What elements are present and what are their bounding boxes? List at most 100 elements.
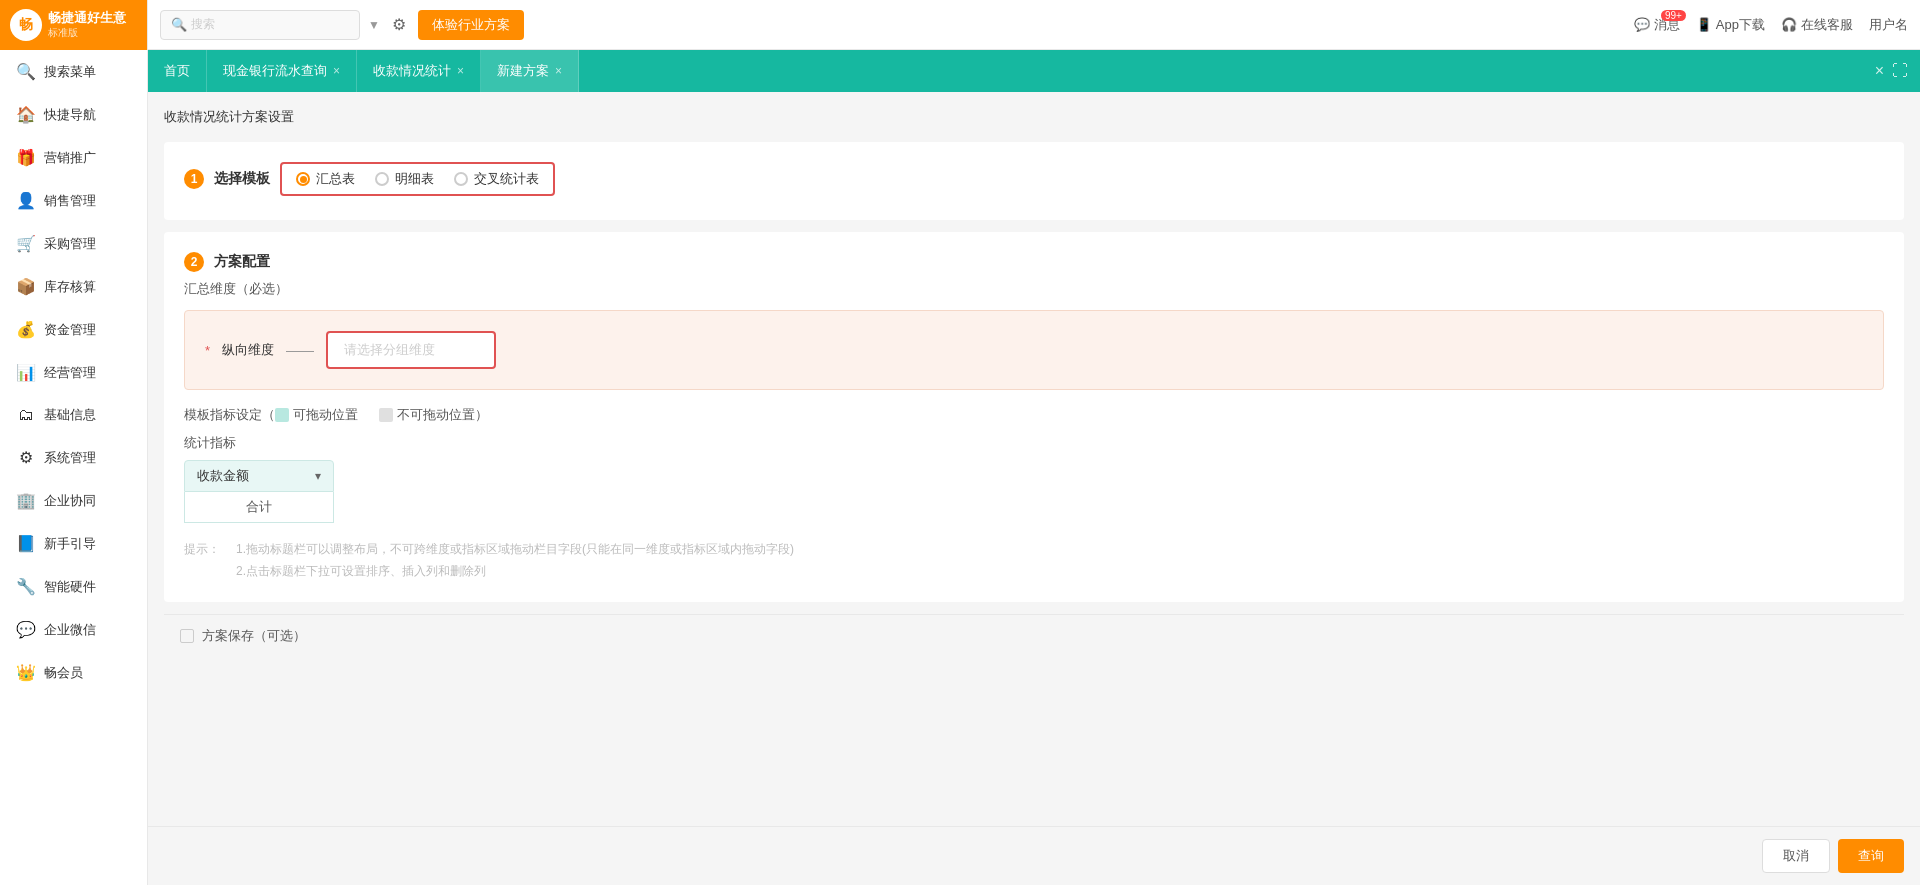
tab-new-plan-label: 新建方案 <box>497 62 549 80</box>
step1-num: 1 <box>184 169 204 189</box>
online-service-label: 在线客服 <box>1801 16 1853 34</box>
save-option-section: 方案保存（可选） <box>164 614 1904 657</box>
topbar-right: 💬 消息 99+ 📱 App下载 🎧 在线客服 用户名 <box>1634 16 1908 34</box>
required-star: * <box>205 343 210 358</box>
indicator-settings: 模板指标设定（ 可拖动位置 不可拖动位置） 统计指标 收款金额 <box>184 406 1884 523</box>
tab-cash-flow[interactable]: 现金银行流水查询 × <box>207 50 357 92</box>
tip-item-1: 2.点击标题栏下拉可设置排序、插入列和删除列 <box>184 561 1884 583</box>
sidebar-item-system[interactable]: ⚙ 系统管理 <box>0 436 147 479</box>
operations-icon: 📊 <box>16 363 36 382</box>
sidebar-item-member[interactable]: 👑 畅会员 <box>0 651 147 694</box>
tab-new-plan-close[interactable]: × <box>555 64 562 78</box>
sidebar-item-marketing[interactable]: 🎁 营销推广 <box>0 136 147 179</box>
vertical-dim-label: 纵向维度 <box>222 341 274 359</box>
message-item[interactable]: 💬 消息 99+ <box>1634 16 1680 34</box>
sidebar-item-label: 搜索菜单 <box>44 63 96 81</box>
service-icon: 🎧 <box>1781 17 1797 32</box>
sidebar-item-sales[interactable]: 👤 销售管理 <box>0 179 147 222</box>
cancel-button[interactable]: 取消 <box>1762 839 1830 873</box>
sidebar-item-label: 新手引导 <box>44 535 96 553</box>
app-download-item[interactable]: 📱 App下载 <box>1696 16 1765 34</box>
template-selection-box: 汇总表 明细表 交叉统计表 <box>280 162 555 196</box>
sidebar-item-purchase[interactable]: 🛒 采购管理 <box>0 222 147 265</box>
dimension-section-title: 汇总维度（必选） <box>184 280 1884 298</box>
tab-collection-stats[interactable]: 收款情况统计 × <box>357 50 481 92</box>
sidebar-item-label: 经营管理 <box>44 364 96 382</box>
radio-detail-circle <box>375 172 389 186</box>
footer: 取消 查询 <box>148 826 1920 885</box>
sidebar-item-capital[interactable]: 💰 资金管理 <box>0 308 147 351</box>
radio-cross-label: 交叉统计表 <box>474 170 539 188</box>
tab-cash-flow-close[interactable]: × <box>333 64 340 78</box>
sidebar-item-search-menu[interactable]: 🔍 搜索菜单 <box>0 50 147 93</box>
query-button[interactable]: 查询 <box>1838 839 1904 873</box>
topbar-chevron-icon[interactable]: ▼ <box>368 18 380 32</box>
tab-collection-stats-close[interactable]: × <box>457 64 464 78</box>
system-icon: ⚙ <box>16 448 36 467</box>
step2-label: 方案配置 <box>214 253 270 271</box>
sidebar-item-base-info[interactable]: 🗂 基础信息 <box>0 394 147 436</box>
indicator-header-cell[interactable]: 收款金额 ▾ <box>184 460 334 492</box>
step2-num: 2 <box>184 252 204 272</box>
sidebar-item-label: 企业协同 <box>44 492 96 510</box>
fixed-indicator <box>379 408 393 422</box>
save-option-label: 方案保存（可选） <box>202 627 306 645</box>
save-checkbox[interactable] <box>180 629 194 643</box>
sidebar-item-label: 资金管理 <box>44 321 96 339</box>
sidebar-item-label: 快捷导航 <box>44 106 96 124</box>
sidebar-item-smart-hardware[interactable]: 🔧 智能硬件 <box>0 565 147 608</box>
page-title: 收款情况统计方案设置 <box>164 108 1904 126</box>
dimension-arrow: —— <box>286 342 314 358</box>
legend-draggable: 可拖动位置 <box>275 406 358 424</box>
dimension-select[interactable]: 请选择分组维度 <box>326 331 496 369</box>
sidebar-item-quick-nav[interactable]: 🏠 快捷导航 <box>0 93 147 136</box>
sidebar: 畅 畅捷通好生意 标准版 🔍 搜索菜单 🏠 快捷导航 🎁 营销推广 👤 销售管理… <box>0 0 148 885</box>
radio-summary[interactable]: 汇总表 <box>296 170 355 188</box>
indicator-settings-row: 模板指标设定（ 可拖动位置 不可拖动位置） <box>184 406 1884 424</box>
tab-window-btns: × ⛶ <box>1875 62 1920 80</box>
content-area: 收款情况统计方案设置 1 选择模板 汇总表 明细表 <box>148 92 1920 826</box>
sidebar-item-enterprise-coop[interactable]: 🏢 企业协同 <box>0 479 147 522</box>
sidebar-logo: 畅 畅捷通好生意 标准版 <box>0 0 147 50</box>
search-box[interactable]: 🔍 搜索 <box>160 10 360 40</box>
message-badge: 99+ <box>1661 10 1686 21</box>
tab-cash-flow-label: 现金银行流水查询 <box>223 62 327 80</box>
base-info-icon: 🗂 <box>16 406 36 424</box>
gear-icon[interactable]: ⚙ <box>392 15 406 34</box>
sidebar-item-label: 库存核算 <box>44 278 96 296</box>
legend-draggable-label: 可拖动位置 <box>293 406 358 424</box>
sidebar-item-enterprise-wechat[interactable]: 💬 企业微信 <box>0 608 147 651</box>
purchase-icon: 🛒 <box>16 234 36 253</box>
radio-cross-circle <box>454 172 468 186</box>
logo-name: 畅捷通好生意 <box>48 10 126 26</box>
tab-collection-stats-label: 收款情况统计 <box>373 62 451 80</box>
step2-card: 2 方案配置 汇总维度（必选） * 纵向维度 —— 请选择分组维度 <box>164 232 1904 602</box>
search-menu-icon: 🔍 <box>16 62 36 81</box>
industry-btn[interactable]: 体验行业方案 <box>418 10 524 40</box>
indicator-chevron-icon[interactable]: ▾ <box>315 469 321 483</box>
capital-icon: 💰 <box>16 320 36 339</box>
tab-home[interactable]: 首页 <box>148 50 207 92</box>
sidebar-item-operations[interactable]: 📊 经营管理 <box>0 351 147 394</box>
quick-nav-icon: 🏠 <box>16 105 36 124</box>
username: 用户名 <box>1869 16 1908 34</box>
sidebar-item-label: 基础信息 <box>44 406 96 424</box>
radio-summary-circle <box>296 172 310 186</box>
radio-detail[interactable]: 明细表 <box>375 170 434 188</box>
tips-section: 提示： 1.拖动标题栏可以调整布局，不可跨维度或指标区域拖动栏目字段(只能在同一… <box>184 539 1884 582</box>
member-icon: 👑 <box>16 663 36 682</box>
online-service-item[interactable]: 🎧 在线客服 <box>1781 16 1853 34</box>
sidebar-item-beginner[interactable]: 📘 新手引导 <box>0 522 147 565</box>
search-placeholder: 搜索 <box>191 16 215 33</box>
sidebar-item-label: 畅会员 <box>44 664 83 682</box>
maximize-window-icon[interactable]: ⛶ <box>1892 62 1908 80</box>
tab-new-plan[interactable]: 新建方案 × <box>481 50 579 92</box>
download-icon: 📱 <box>1696 17 1712 32</box>
radio-cross[interactable]: 交叉统计表 <box>454 170 539 188</box>
dimension-row: * 纵向维度 —— 请选择分组维度 <box>205 331 1863 369</box>
message-icon: 💬 <box>1634 17 1650 32</box>
enterprise-coop-icon: 🏢 <box>16 491 36 510</box>
sidebar-item-inventory[interactable]: 📦 库存核算 <box>0 265 147 308</box>
close-window-icon[interactable]: × <box>1875 62 1884 80</box>
logo-badge: 标准版 <box>48 26 126 40</box>
